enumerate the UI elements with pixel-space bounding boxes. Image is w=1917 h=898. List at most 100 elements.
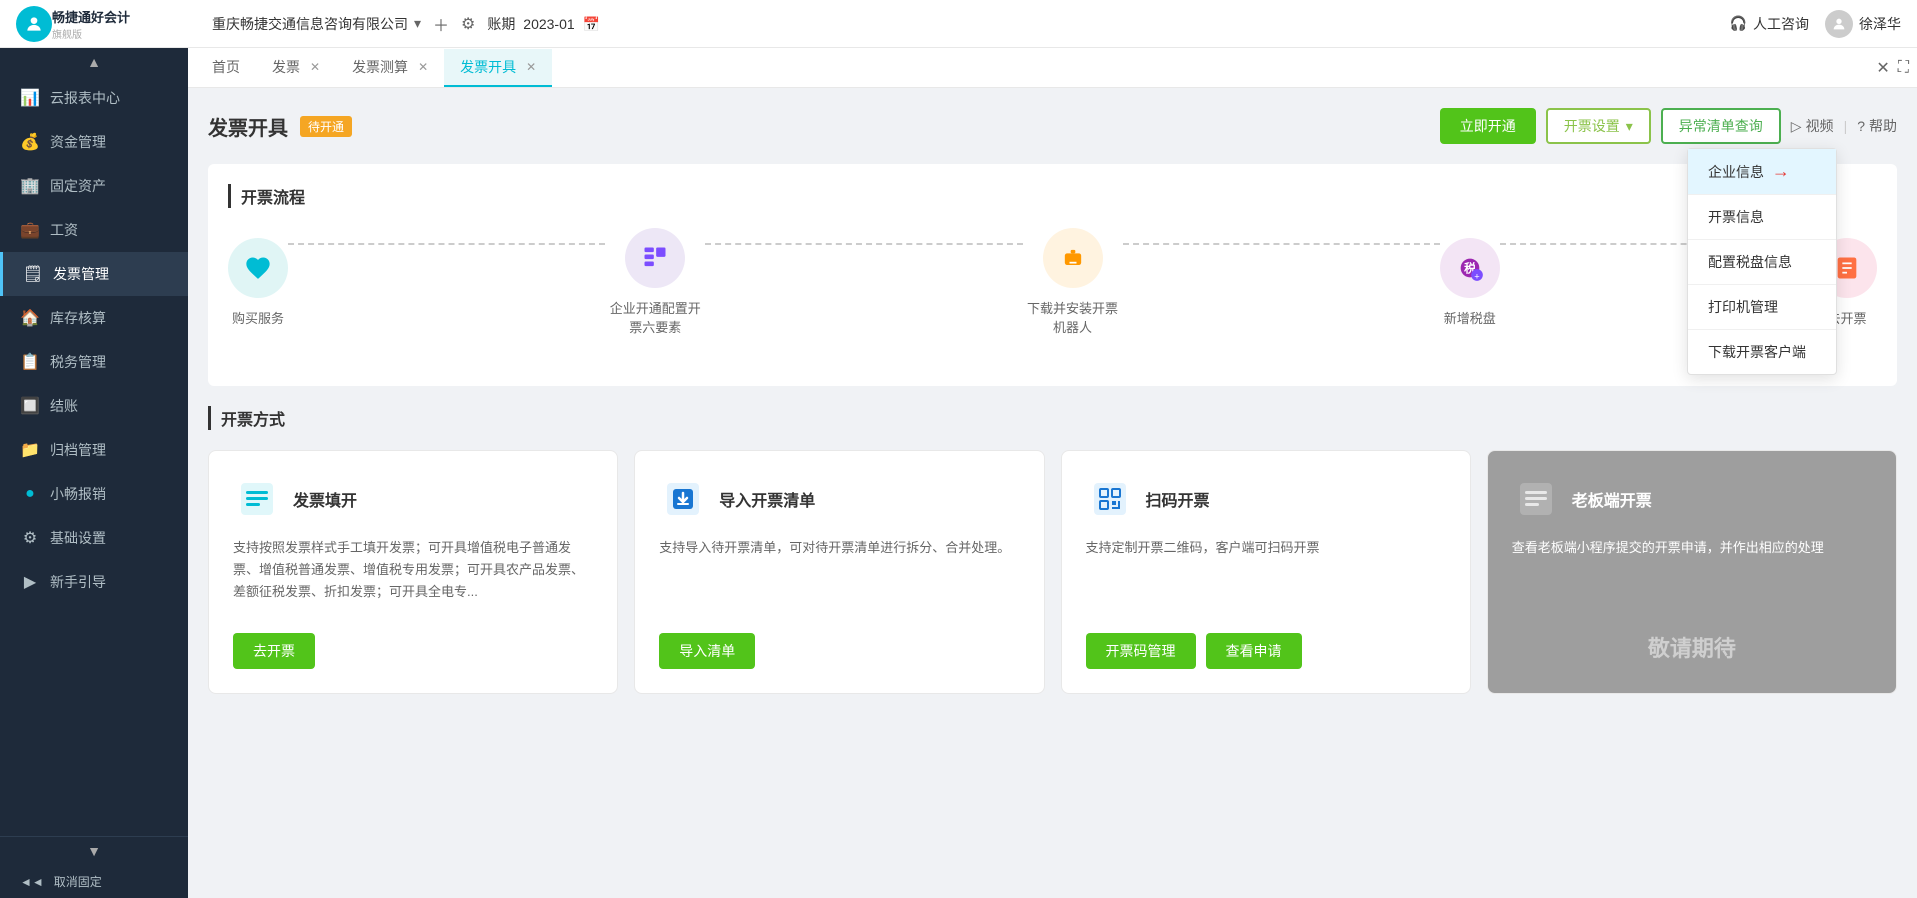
calendar-icon[interactable]: 📅: [583, 16, 600, 32]
play-icon: ▷: [1791, 118, 1802, 135]
tab-invoice[interactable]: 发票 ✕: [256, 49, 336, 87]
connector-1: [288, 243, 605, 245]
activate-button[interactable]: 立即开通: [1440, 108, 1536, 144]
sidebar-item-archive-mgmt[interactable]: 📁 归档管理: [0, 428, 188, 472]
import-list-icon: [659, 475, 707, 523]
method-card-scan-invoice: 扫码开票 支持定制开票二维码，客户端可扫码开票 开票码管理 查看申请: [1061, 450, 1471, 694]
sidebar-item-fund-mgmt[interactable]: 💰 资金管理: [0, 120, 188, 164]
logo-area: 畅捷通好会计 旗舰版: [16, 6, 204, 42]
sidebar-item-salary[interactable]: 💼 工资: [0, 208, 188, 252]
user-name: 徐泽华: [1859, 14, 1901, 34]
tab-invoice-test[interactable]: 发票测算 ✕: [336, 49, 444, 87]
sidebar-bottom: ▼ ◄◄ 取消固定: [0, 836, 188, 898]
dropdown-item-tax-disk-config[interactable]: 配置税盘信息: [1688, 240, 1836, 285]
scan-invoice-buttons: 开票码管理 查看申请: [1086, 633, 1446, 669]
xiaochange-icon: ●: [20, 484, 40, 504]
tab-invoice-issue[interactable]: 发票开具 ✕: [444, 49, 552, 87]
tab-home[interactable]: 首页: [196, 49, 256, 87]
flow-step-buy-service: 购买服务: [228, 238, 288, 327]
top-right: 🎧 人工咨询 徐泽华: [1730, 10, 1901, 38]
sidebar-label-inventory: 库存核算: [50, 308, 106, 328]
archive-mgmt-icon: 📁: [20, 440, 40, 460]
method-card-fill-invoice: 发票填开 支持按照发票样式手工填开发票；可开具增值税电子普通发票、增值税普通发票…: [208, 450, 618, 694]
tab-invoice-test-close[interactable]: ✕: [418, 60, 428, 74]
header-actions: 立即开通 开票设置 ▾ 异常清单查询 ▷ 视频 | ?: [1440, 108, 1897, 144]
salary-icon: 💼: [20, 220, 40, 240]
sidebar-label-cloud-report: 云报表中心: [50, 88, 120, 108]
tab-bar: 首页 发票 ✕ 发票测算 ✕ 发票开具 ✕ ✕ ⛶: [188, 48, 1917, 88]
sidebar-item-basic-settings[interactable]: ⚙ 基础设置: [0, 516, 188, 560]
import-list-button[interactable]: 导入清单: [659, 633, 755, 669]
cancel-fix-icon: ◄◄: [20, 875, 44, 889]
settings-dropdown-icon: ▾: [1626, 118, 1633, 135]
logo-main-text: 畅捷通好会计: [52, 7, 130, 26]
sidebar: ▲ 📊 云报表中心 💰 资金管理 🏢 固定资产 💼 工资 🗒 发票管理: [0, 48, 188, 898]
fund-mgmt-icon: 💰: [20, 132, 40, 152]
tab-maximize-icon[interactable]: ⛶: [1898, 59, 1909, 77]
scan-invoice-qr-button[interactable]: 开票码管理: [1086, 633, 1196, 669]
methods-section-title: 开票方式: [208, 406, 1897, 430]
fill-invoice-button[interactable]: 去开票: [233, 633, 315, 669]
boss-invoice-header: 老板端开票: [1512, 475, 1872, 523]
consult-area[interactable]: 🎧 人工咨询: [1730, 14, 1809, 34]
sidebar-label-fund-mgmt: 资金管理: [50, 132, 106, 152]
sidebar-item-xiaochange[interactable]: ● 小畅报销: [0, 472, 188, 516]
sidebar-item-invoice-mgmt[interactable]: 🗒 发票管理: [0, 252, 188, 296]
boss-invoice-title: 老板端开票: [1572, 487, 1652, 511]
add-icon[interactable]: ＋: [433, 12, 449, 36]
flow-steps: 购买服务 企业开通配置开票六要素: [228, 228, 1877, 336]
basic-settings-icon: ⚙: [20, 528, 40, 548]
sidebar-label-new-guide: 新手引导: [50, 572, 106, 592]
fill-invoice-header: 发票填开: [233, 475, 593, 523]
sidebar-label-settlement: 结账: [50, 396, 78, 416]
boss-invoice-icon: [1512, 475, 1560, 523]
sidebar-label-cancel-fix: 取消固定: [54, 873, 102, 890]
method-card-boss-invoice: 老板端开票 查看老板端小程序提交的开票申请，并作出相应的处理 敬请期待: [1487, 450, 1897, 694]
scan-invoice-apply-button[interactable]: 查看申请: [1206, 633, 1302, 669]
sidebar-label-fixed-assets: 固定资产: [50, 176, 106, 196]
scan-invoice-title: 扫码开票: [1146, 487, 1210, 511]
scan-invoice-header: 扫码开票: [1086, 475, 1446, 523]
dropdown-item-company-info[interactable]: 企业信息 →: [1688, 149, 1836, 195]
sidebar-item-inventory[interactable]: 🏠 库存核算: [0, 296, 188, 340]
separator: |: [1844, 118, 1848, 134]
step-buy-service-label: 购买服务: [232, 308, 284, 327]
sidebar-label-basic-settings: 基础设置: [50, 528, 106, 548]
tab-invoice-issue-close[interactable]: ✕: [526, 60, 536, 74]
sidebar-item-fixed-assets[interactable]: 🏢 固定资产: [0, 164, 188, 208]
settings-icon[interactable]: ⚙: [461, 14, 475, 34]
inventory-icon: 🏠: [20, 308, 40, 328]
methods-grid: 发票填开 支持按照发票样式手工填开发票；可开具增值税电子普通发票、增值税普通发票…: [208, 450, 1897, 694]
top-bar: 畅捷通好会计 旗舰版 重庆畅捷交通信息咨询有限公司 ▾ ＋ ⚙ 账期 2023-…: [0, 0, 1917, 48]
abnormal-button[interactable]: 异常清单查询: [1661, 108, 1781, 144]
flow-step-configure: 企业开通配置开票六要素: [605, 228, 705, 336]
dropdown-item-invoice-info[interactable]: 开票信息: [1688, 195, 1836, 240]
flow-step-add-tax-disk: 税+ 新增税盘: [1440, 238, 1500, 327]
help-button[interactable]: ? 帮助: [1857, 116, 1897, 136]
headset-icon: 🎧: [1730, 15, 1747, 32]
sidebar-item-tax-mgmt[interactable]: 📋 税务管理: [0, 340, 188, 384]
sidebar-item-new-guide[interactable]: ▶ 新手引导: [0, 560, 188, 604]
flow-step-download-robot: 下载并安装开票机器人: [1023, 228, 1123, 336]
company-selector[interactable]: 重庆畅捷交通信息咨询有限公司 ▾: [212, 14, 421, 34]
sidebar-item-cloud-report[interactable]: 📊 云报表中心: [0, 76, 188, 120]
sidebar-scroll-down[interactable]: ▼: [0, 837, 188, 865]
step-add-tax-disk-icon: 税+: [1440, 238, 1500, 298]
video-button[interactable]: ▷ 视频: [1791, 116, 1834, 136]
dropdown-item-printer-mgmt[interactable]: 打印机管理: [1688, 285, 1836, 330]
sidebar-scroll-up[interactable]: ▲: [0, 48, 188, 76]
sidebar-label-tax-mgmt: 税务管理: [50, 352, 106, 372]
sidebar-item-cancel-fix[interactable]: ◄◄ 取消固定: [0, 865, 188, 898]
sidebar-item-settlement[interactable]: 🔲 结账: [0, 384, 188, 428]
step-add-tax-disk-label: 新增税盘: [1444, 308, 1496, 327]
company-chevron-icon: ▾: [414, 15, 421, 32]
import-list-header: 导入开票清单: [659, 475, 1019, 523]
dropdown-item-download-client[interactable]: 下载开票客户端: [1688, 330, 1836, 374]
tax-mgmt-icon: 📋: [20, 352, 40, 372]
tab-close-window-icon[interactable]: ✕: [1876, 58, 1889, 78]
new-guide-icon: ▶: [20, 572, 40, 592]
scan-invoice-desc: 支持定制开票二维码，客户端可扫码开票: [1086, 537, 1446, 617]
import-list-desc: 支持导入待开票清单，可对待开票清单进行拆分、合并处理。: [659, 537, 1019, 617]
settings-button[interactable]: 开票设置 ▾: [1546, 108, 1651, 144]
tab-invoice-close[interactable]: ✕: [310, 60, 320, 74]
